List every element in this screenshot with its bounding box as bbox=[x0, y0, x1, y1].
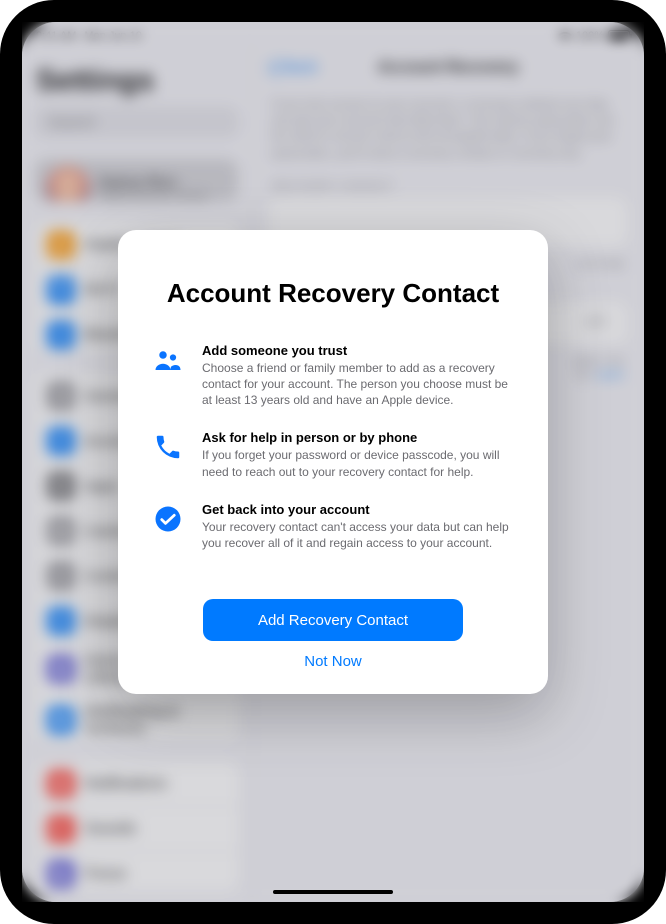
not-now-button[interactable]: Not Now bbox=[304, 653, 362, 670]
bullet-title: Get back into your account bbox=[202, 502, 510, 517]
bullet-body: Choose a friend or family member to add … bbox=[202, 360, 510, 409]
bullet-body: If you forget your password or device pa… bbox=[202, 447, 510, 479]
bullet-title: Add someone you trust bbox=[202, 343, 510, 358]
screen: 9:41 AM Mon Jun 10 100% Settings bbox=[22, 22, 644, 902]
add-recovery-contact-button[interactable]: Add Recovery Contact bbox=[203, 599, 463, 641]
modal-bullets: Add someone you trust Choose a friend or… bbox=[142, 343, 524, 551]
bullet-title: Ask for help in person or by phone bbox=[202, 430, 510, 445]
modal-title: Account Recovery Contact bbox=[142, 278, 524, 309]
home-indicator[interactable] bbox=[273, 890, 393, 894]
modal-bullet: Add someone you trust Choose a friend or… bbox=[152, 343, 510, 409]
bullet-body: Your recovery contact can't access your … bbox=[202, 519, 510, 551]
modal-bullet: Ask for help in person or by phone If yo… bbox=[152, 430, 510, 479]
ipad-frame: 9:41 AM Mon Jun 10 100% Settings bbox=[0, 0, 666, 924]
people-icon bbox=[152, 343, 184, 409]
modal-backdrop[interactable]: Account Recovery Contact Add someone you… bbox=[22, 22, 644, 902]
checkmark-icon bbox=[152, 502, 184, 551]
phone-icon bbox=[152, 430, 184, 479]
account-recovery-modal: Account Recovery Contact Add someone you… bbox=[118, 230, 548, 694]
modal-bullet: Get back into your account Your recovery… bbox=[152, 502, 510, 551]
